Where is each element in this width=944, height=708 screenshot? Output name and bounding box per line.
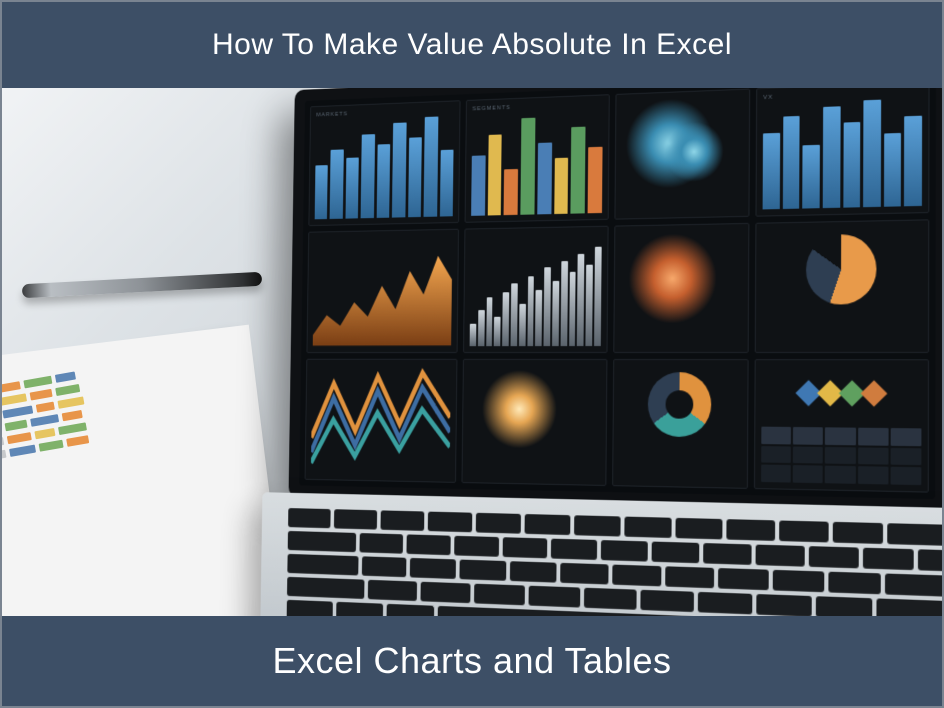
chart-panel-donut	[612, 359, 749, 489]
page-title: How To Make Value Absolute In Excel	[212, 28, 732, 62]
chart-panel-bars-silver	[463, 226, 608, 353]
dashboard-grid: MARKETS SEGMENTS	[299, 88, 936, 499]
footer-caption: Excel Charts and Tables	[272, 640, 671, 682]
laptop: MARKETS SEGMENTS	[287, 88, 942, 616]
chart-panel-pie	[755, 220, 930, 353]
chart-panel-burst	[461, 359, 607, 486]
hero-illustration: MARKETS SEGMENTS	[2, 88, 942, 616]
chart-panel-zigzag	[305, 358, 458, 482]
footer-band: Excel Charts and Tables	[2, 616, 942, 706]
chart-panel-bars-colored: SEGMENTS	[465, 94, 610, 223]
laptop-keyboard	[259, 492, 942, 616]
chart-panel-bars-tall: VX	[756, 88, 930, 217]
chart-panel-firework-teal	[614, 88, 750, 219]
spreadsheet-printout	[2, 329, 286, 616]
chart-panel-bars-blue: MARKETS	[308, 100, 460, 226]
chart-panel-diamonds	[754, 359, 929, 493]
header-band: How To Make Value Absolute In Excel	[2, 2, 942, 88]
chart-panel-firework-orange	[613, 223, 750, 352]
tutorial-card: How To Make Value Absolute In Excel MARK…	[0, 0, 944, 708]
laptop-screen: MARKETS SEGMENTS	[289, 88, 942, 512]
chart-panel-area-orange	[306, 229, 458, 353]
